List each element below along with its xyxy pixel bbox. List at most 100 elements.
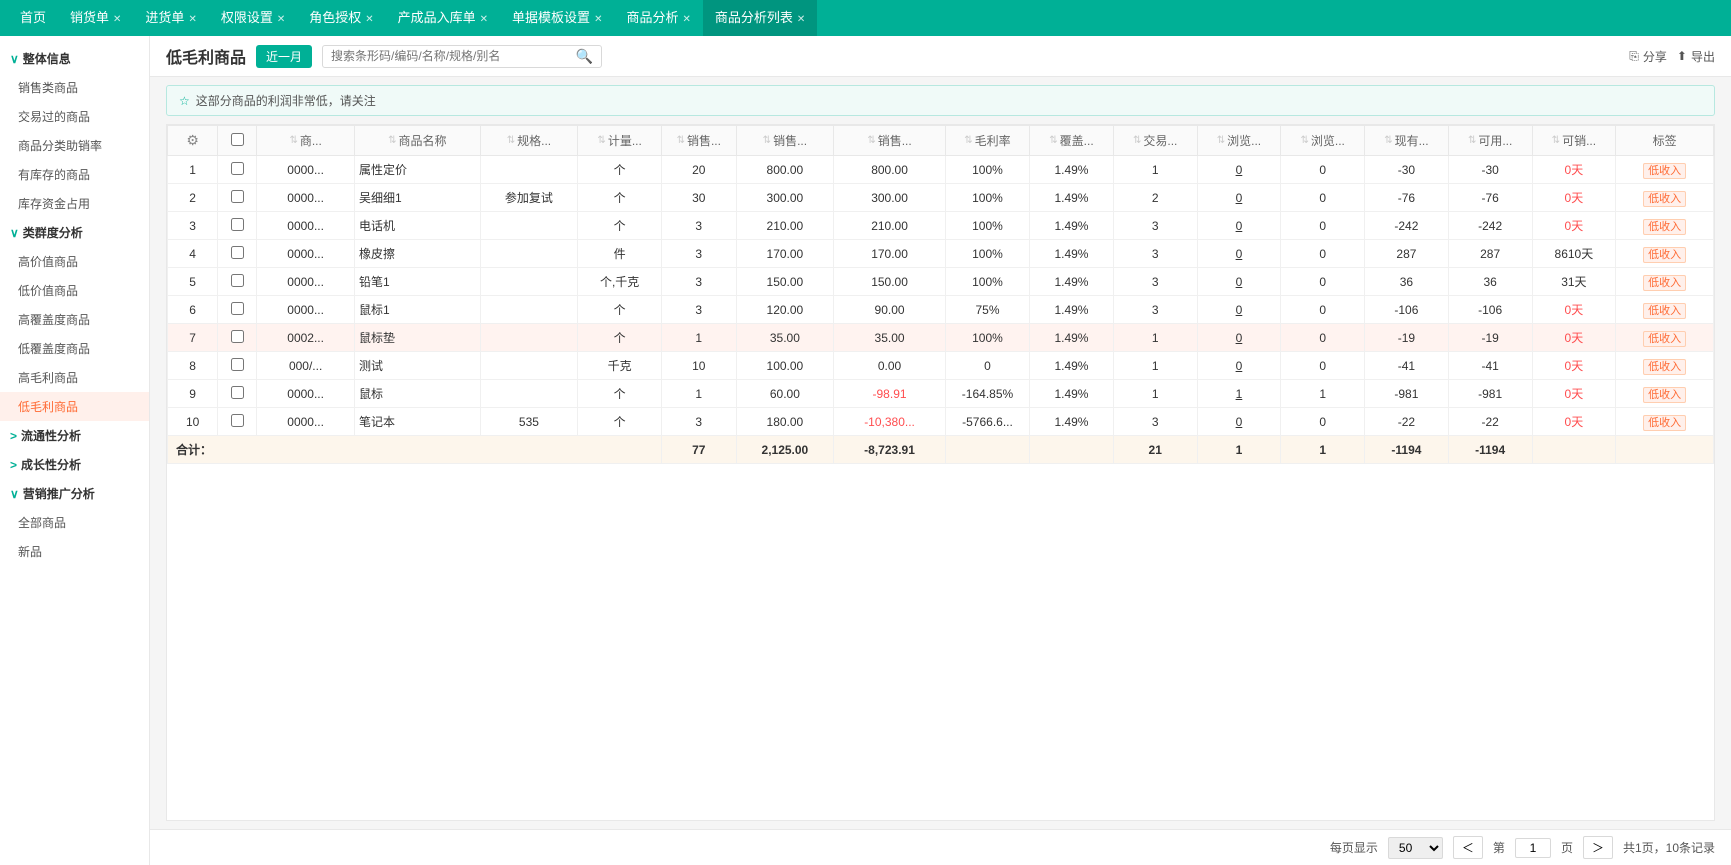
sidebar-item-low-coverage[interactable]: 低覆盖度商品 (0, 334, 149, 363)
browse1-link[interactable]: 0 (1236, 415, 1243, 429)
nav-home[interactable]: 首页 (8, 0, 58, 36)
row-cur: -30 (1365, 156, 1449, 184)
col-label-qty: 销售... (687, 132, 721, 149)
nav-sales[interactable]: 销货单✕ (58, 0, 133, 36)
nav-product-analysis-close[interactable]: ✕ (682, 14, 690, 25)
sidebar-group-circulation-arrow: > (10, 429, 17, 443)
prev-page-button[interactable]: ＜ (1453, 836, 1483, 859)
browse1-link[interactable]: 0 (1236, 219, 1243, 233)
nav-role-auth[interactable]: 角色授权✕ (297, 0, 385, 36)
row-browse2: 1 (1281, 380, 1365, 408)
nav-permissions-close[interactable]: ✕ (277, 14, 285, 25)
col-header-spec[interactable]: ⇅规格... (480, 126, 578, 156)
sidebar-group-growth[interactable]: > 成长性分析 (0, 450, 149, 479)
row-checkbox[interactable] (218, 268, 257, 296)
page-suffix: 页 (1561, 839, 1573, 856)
col-header-unit[interactable]: ⇅计量... (578, 126, 662, 156)
sidebar-item-category-assist[interactable]: 商品分类助销率 (0, 131, 149, 160)
col-header-avail[interactable]: ⇅可用... (1448, 126, 1532, 156)
row-browse1: 0 (1197, 352, 1281, 380)
row-checkbox[interactable] (218, 380, 257, 408)
row-checkbox[interactable] (218, 184, 257, 212)
sidebar-item-high-coverage[interactable]: 高覆盖度商品 (0, 305, 149, 334)
col-header-checkbox[interactable] (218, 126, 257, 156)
nav-analysis-list[interactable]: 商品分析列表✕ (703, 0, 817, 36)
sidebar-item-low-gross[interactable]: 低毛利商品 (0, 392, 149, 421)
next-page-button[interactable]: ＞ (1583, 836, 1613, 859)
browse1-link[interactable]: 0 (1236, 331, 1243, 345)
page-title: 低毛利商品 (166, 44, 246, 68)
col-header-browse1[interactable]: ⇅浏览... (1197, 126, 1281, 156)
row-checkbox[interactable] (218, 324, 257, 352)
nav-purchase[interactable]: 进货单✕ (133, 0, 208, 36)
nav-product-entry-close[interactable]: ✕ (480, 14, 488, 25)
col-header-name[interactable]: ⇅商品名称 (354, 126, 480, 156)
row-checkbox[interactable] (218, 408, 257, 436)
col-header-cur[interactable]: ⇅现有... (1365, 126, 1449, 156)
col-header-salable[interactable]: ⇅可销... (1532, 126, 1616, 156)
sidebar-item-sales-goods[interactable]: 销售类商品 (0, 73, 149, 102)
search-input[interactable] (331, 49, 576, 63)
row-checkbox[interactable] (218, 296, 257, 324)
nav-product-analysis[interactable]: 商品分析✕ (614, 0, 702, 36)
nav-sales-close[interactable]: ✕ (113, 14, 121, 25)
sidebar-group-marketing-label: 营销推广分析 (23, 485, 95, 502)
select-all-checkbox[interactable] (231, 133, 244, 146)
row-gross: -164.85% (945, 380, 1029, 408)
browse1-link[interactable]: 0 (1236, 359, 1243, 373)
col-header-sale-amt[interactable]: ⇅销售... (834, 126, 946, 156)
browse1-link[interactable]: 0 (1236, 303, 1243, 317)
browse1-link[interactable]: 0 (1236, 275, 1243, 289)
export-button[interactable]: ⬆ 导出 (1677, 48, 1715, 65)
browse1-link[interactable]: 1 (1236, 387, 1243, 401)
sidebar-group-circulation[interactable]: > 流通性分析 (0, 421, 149, 450)
sidebar-group-cluster[interactable]: ∨ 类群度分析 (0, 218, 149, 247)
settings-icon[interactable]: ⚙ (186, 132, 199, 148)
col-header-gross[interactable]: ⇅毛利率 (945, 126, 1029, 156)
row-gross: 100% (945, 212, 1029, 240)
col-header-qty[interactable]: ⇅销售... (662, 126, 737, 156)
col-header-trans[interactable]: ⇅交易... (1113, 126, 1197, 156)
col-header-price[interactable]: ⇅销售... (736, 126, 834, 156)
sidebar-item-low-value[interactable]: 低价值商品 (0, 276, 149, 305)
sidebar-group-overall[interactable]: ∨ 整体信息 (0, 44, 149, 73)
col-header-code[interactable]: ⇅商... (257, 126, 355, 156)
nav-permissions[interactable]: 权限设置✕ (209, 0, 297, 36)
sidebar-item-stock-goods[interactable]: 有库存的商品 (0, 160, 149, 189)
sidebar-group-growth-arrow: > (10, 458, 17, 472)
sidebar-item-high-value[interactable]: 高价值商品 (0, 247, 149, 276)
sidebar-item-new-goods[interactable]: 新品 (0, 537, 149, 566)
nav-template-settings[interactable]: 单据模板设置✕ (500, 0, 614, 36)
browse1-link[interactable]: 0 (1236, 191, 1243, 205)
col-header-browse2[interactable]: ⇅浏览... (1281, 126, 1365, 156)
sidebar-item-inventory-capital[interactable]: 库存资金占用 (0, 189, 149, 218)
table-container: ⚙ ⇅商... ⇅商品名称 ⇅规格... (166, 124, 1715, 821)
nav-purchase-close[interactable]: ✕ (188, 14, 196, 25)
nav-template-close[interactable]: ✕ (594, 14, 602, 25)
browse1-link[interactable]: 0 (1236, 163, 1243, 177)
row-checkbox[interactable] (218, 240, 257, 268)
page-size-select[interactable]: 50 10 20 100 (1388, 837, 1443, 859)
col-header-cover[interactable]: ⇅覆盖... (1030, 126, 1114, 156)
browse1-link[interactable]: 0 (1236, 247, 1243, 261)
page-number-input[interactable] (1515, 838, 1551, 858)
share-button[interactable]: ⎘ 分享 (1629, 48, 1667, 65)
row-price: 60.00 (736, 380, 834, 408)
nav-analysis-list-close[interactable]: ✕ (797, 14, 805, 25)
row-salable: 0天 (1532, 324, 1616, 352)
col-header-settings[interactable]: ⚙ (168, 126, 218, 156)
row-checkbox[interactable] (218, 212, 257, 240)
sidebar-item-all-goods[interactable]: 全部商品 (0, 508, 149, 537)
row-checkbox[interactable] (218, 352, 257, 380)
sidebar-item-high-gross[interactable]: 高毛利商品 (0, 363, 149, 392)
row-sale-amt: 35.00 (834, 324, 946, 352)
row-checkbox[interactable] (218, 156, 257, 184)
row-qty: 1 (662, 324, 737, 352)
sidebar-item-traded-goods[interactable]: 交易过的商品 (0, 102, 149, 131)
alert-banner: ☆ 这部分商品的利润非常低，请关注 (166, 85, 1715, 116)
time-filter-button[interactable]: 近一月 (256, 45, 312, 68)
nav-product-entry[interactable]: 产成品入库单✕ (386, 0, 500, 36)
nav-role-auth-close[interactable]: ✕ (365, 14, 373, 25)
sidebar-group-marketing[interactable]: ∨ 营销推广分析 (0, 479, 149, 508)
col-header-tag[interactable]: 标签 (1616, 126, 1714, 156)
